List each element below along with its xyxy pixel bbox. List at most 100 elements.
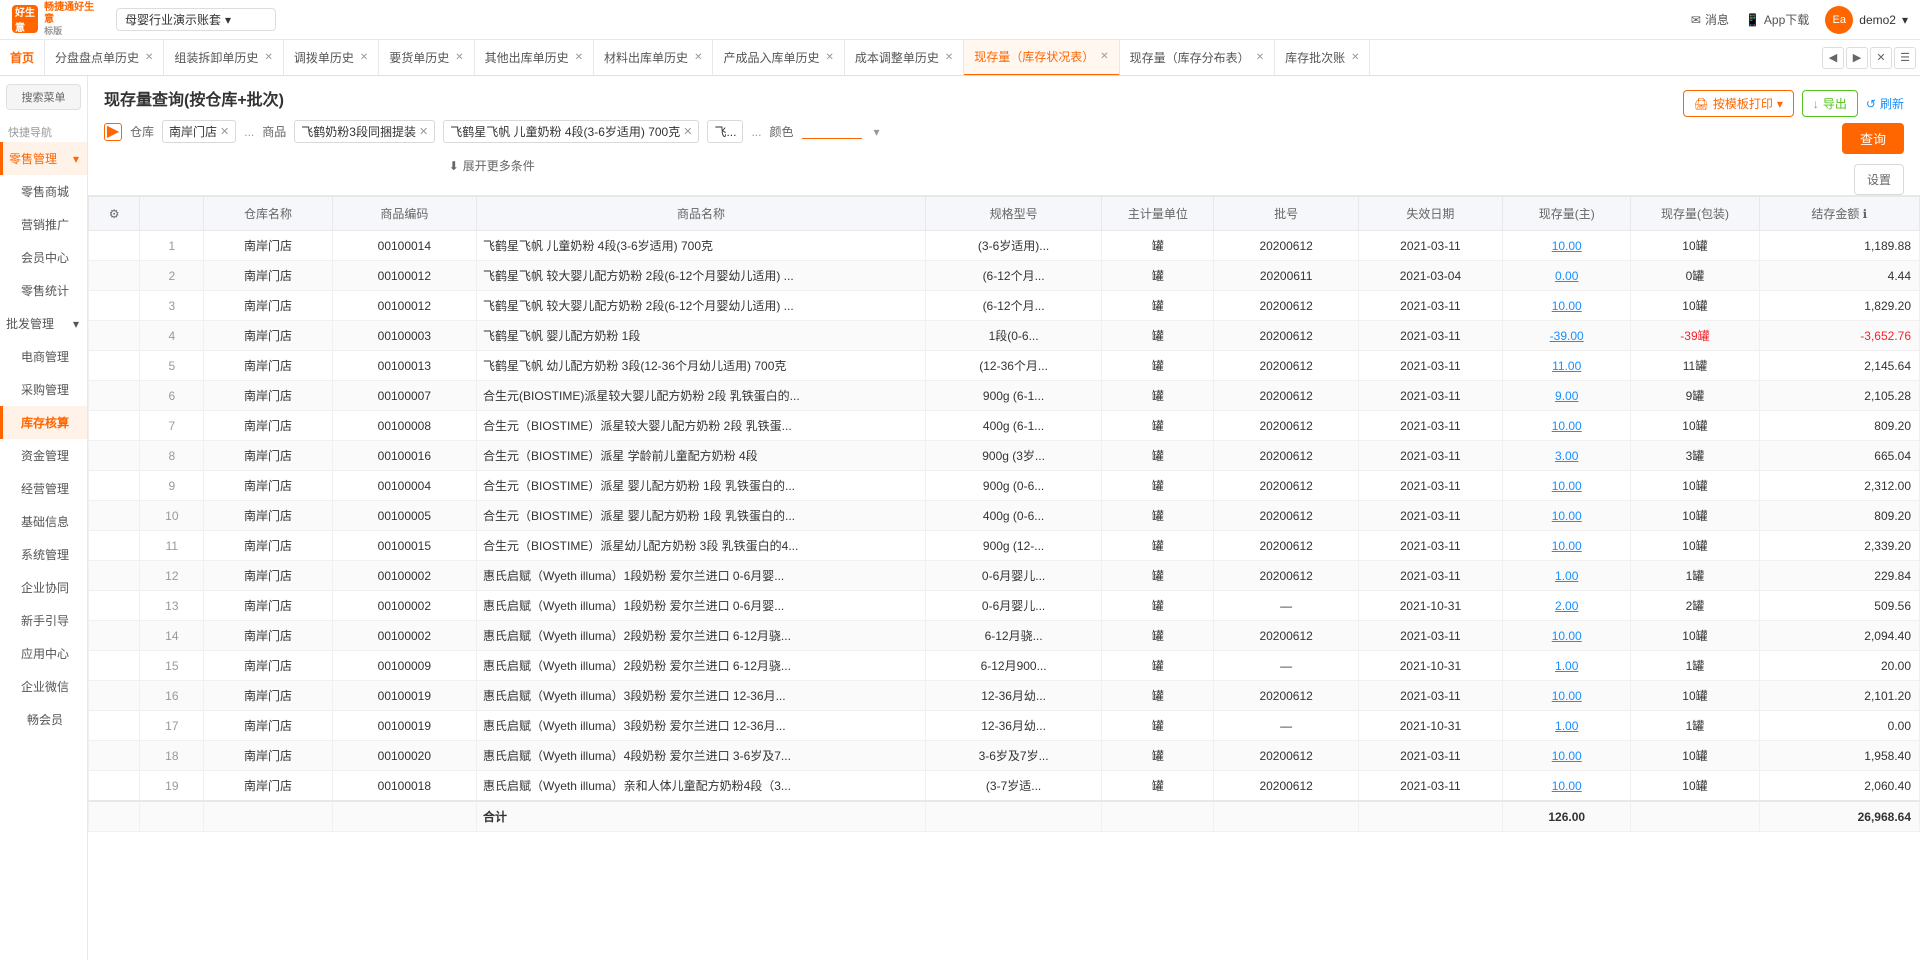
sidebar-item-member[interactable]: 畅会员 (0, 703, 87, 736)
sidebar-item-company-coop[interactable]: 企业协同 (0, 571, 87, 604)
goods-filter-tag-1[interactable]: 飞鹤奶粉3段同捆提装 ✕ (294, 120, 435, 143)
sidebar-item-basic-info[interactable]: 基础信息 (0, 505, 87, 538)
color-filter-input[interactable] (802, 124, 862, 139)
tab-库存批次账[interactable]: 库存批次账 ✕ (1275, 40, 1370, 76)
cell-qty-main[interactable]: -39.00 (1503, 321, 1631, 351)
cell-qty-main[interactable]: 9.00 (1503, 381, 1631, 411)
tab-close-icon[interactable]: ✕ (1351, 52, 1359, 63)
tab-scroll-left[interactable]: ◀ (1822, 47, 1844, 69)
col-settings[interactable]: ⚙ (89, 197, 140, 231)
cell-balance: 2,094.40 (1759, 621, 1919, 651)
app-download-button[interactable]: 📱 App下载 (1745, 11, 1809, 28)
refresh-button[interactable]: ↺ 刷新 (1866, 95, 1904, 112)
sidebar-item-app-center[interactable]: 应用中心 (0, 637, 87, 670)
sidebar-item-wholesale[interactable]: 批发管理 ▾ (0, 307, 87, 340)
total-label: 合计 (476, 801, 925, 832)
logo-icon: 好生意 (12, 5, 38, 33)
cell-settings (89, 291, 140, 321)
sidebar-item-enterprise-wechat[interactable]: 企业微信 (0, 670, 87, 703)
tab-close-icon[interactable]: ✕ (1100, 51, 1108, 62)
sidebar-item-retail-mall[interactable]: 零售商城 (0, 175, 87, 208)
message-button[interactable]: ✉ 消息 (1691, 11, 1729, 28)
tab-现存量库存分布表[interactable]: 现存量（库存分布表） ✕ (1120, 40, 1275, 76)
color-dropdown-arrow[interactable]: ▾ (874, 125, 880, 139)
industry-selector[interactable]: 母婴行业演示账套 ▾ (116, 8, 276, 31)
cell-qty-main[interactable]: 10.00 (1503, 231, 1631, 261)
tab-组装拆卸单历史[interactable]: 组装拆卸单历史 ✕ (164, 40, 283, 76)
sidebar-item-new-guide[interactable]: 新手引导 (0, 604, 87, 637)
cell-name: 飞鹤星飞帆 儿童奶粉 4段(3-6岁适用) 700克 (476, 231, 925, 261)
search-menu-button[interactable]: 搜索菜单 (6, 84, 81, 110)
sidebar-item-operations[interactable]: 经营管理 (0, 472, 87, 505)
tab-close-icon[interactable]: ✕ (694, 52, 702, 63)
expand-filter-button[interactable]: ▶ (104, 123, 122, 141)
settings-button[interactable]: 设置 (1854, 164, 1904, 195)
cell-qty-main[interactable]: 1.00 (1503, 561, 1631, 591)
cell-qty-main[interactable]: 0.00 (1503, 261, 1631, 291)
sidebar-item-system[interactable]: 系统管理 (0, 538, 87, 571)
warehouse-filter-tag[interactable]: 南岸门店 ✕ (162, 120, 236, 143)
tab-close-icon[interactable]: ✕ (455, 52, 463, 63)
query-button[interactable]: 查询 (1842, 123, 1904, 154)
tab-其他出库单历史[interactable]: 其他出库单历史 ✕ (475, 40, 594, 76)
tab-close-icon[interactable]: ✕ (575, 52, 583, 63)
print-button[interactable]: 🖨 按模板打印 ▾ (1683, 90, 1794, 117)
tab-成本调整单历史[interactable]: 成本调整单历史 ✕ (845, 40, 964, 76)
cell-qty-main[interactable]: 3.00 (1503, 441, 1631, 471)
goods-more[interactable]: ... (751, 125, 761, 139)
goods-tag-2-close[interactable]: ✕ (683, 125, 692, 138)
tab-分盘盘点单历史[interactable]: 分盘盘点单历史 ✕ (45, 40, 164, 76)
cell-qty-main[interactable]: 10.00 (1503, 291, 1631, 321)
tab-scroll-right[interactable]: ▶ (1846, 47, 1868, 69)
sidebar-item-retail-stats[interactable]: 零售统计 (0, 274, 87, 307)
tab-close-current[interactable]: ✕ (1870, 47, 1892, 69)
tab-close-icon[interactable]: ✕ (825, 52, 833, 63)
tab-close-icon[interactable]: ✕ (945, 52, 953, 63)
table-row: 4 南岸门店 00100003 飞鹤星飞帆 婴儿配方奶粉 1段 1段(0-6..… (89, 321, 1920, 351)
goods-filter-tag-2[interactable]: 飞鹤星飞帆 儿童奶粉 4段(3-6岁适用) 700克 ✕ (443, 120, 699, 143)
sidebar-item-inventory[interactable]: 库存核算 (0, 406, 87, 439)
cell-balance: 229.84 (1759, 561, 1919, 591)
sidebar-item-marketing[interactable]: 营销推广 (0, 208, 87, 241)
cell-qty-main[interactable]: 10.00 (1503, 741, 1631, 771)
cell-qty-main[interactable]: 1.00 (1503, 651, 1631, 681)
sidebar-item-finance[interactable]: 资金管理 (0, 439, 87, 472)
export-button[interactable]: ↓ 导出 (1802, 90, 1858, 117)
goods-tag-1-close[interactable]: ✕ (419, 125, 428, 138)
tab-材料出库单历史[interactable]: 材料出库单历史 ✕ (594, 40, 713, 76)
cell-balance: 2,105.28 (1759, 381, 1919, 411)
cell-qty-main[interactable]: 10.00 (1503, 681, 1631, 711)
cell-qty-main[interactable]: 10.00 (1503, 501, 1631, 531)
cell-qty-main[interactable]: 10.00 (1503, 411, 1631, 441)
cell-qty-main[interactable]: 10.00 (1503, 471, 1631, 501)
tab-close-icon[interactable]: ✕ (1256, 52, 1264, 63)
cell-qty-main[interactable]: 11.00 (1503, 351, 1631, 381)
tab-要货单历史[interactable]: 要货单历史 ✕ (379, 40, 474, 76)
goods-filter-tag-more[interactable]: 飞... (707, 120, 743, 143)
cell-warehouse: 南岸门店 (204, 351, 332, 381)
tab-产成品入库单历史[interactable]: 产成品入库单历史 ✕ (713, 40, 844, 76)
tab-close-icon[interactable]: ✕ (145, 52, 153, 63)
tab-home[interactable]: 首页 (0, 40, 45, 76)
sidebar-item-purchase[interactable]: 采购管理 (0, 373, 87, 406)
tab-close-icon[interactable]: ✕ (360, 52, 368, 63)
tab-现存量库存状况表[interactable]: 现存量（库存状况表） ✕ (964, 40, 1119, 76)
warehouse-tag-close[interactable]: ✕ (220, 125, 229, 138)
sidebar-item-retail-management[interactable]: 零售管理 ▾ (0, 142, 87, 175)
cell-qty-main[interactable]: 10.00 (1503, 771, 1631, 802)
cell-qty-main[interactable]: 1.00 (1503, 711, 1631, 741)
tab-close-icon[interactable]: ✕ (264, 52, 272, 63)
user-menu[interactable]: Ea demo2 ▾ (1825, 6, 1908, 34)
cell-qty-main[interactable]: 10.00 (1503, 531, 1631, 561)
table-row: 12 南岸门店 00100002 惠氏启赋（Wyeth illuma）1段奶粉 … (89, 561, 1920, 591)
sidebar-item-ecommerce[interactable]: 电商管理 (0, 340, 87, 373)
table-row: 14 南岸门店 00100002 惠氏启赋（Wyeth illuma）2段奶粉 … (89, 621, 1920, 651)
sidebar-item-member-center[interactable]: 会员中心 (0, 241, 87, 274)
warehouse-more[interactable]: ... (244, 125, 254, 139)
tab-调拨单历史[interactable]: 调拨单历史 ✕ (284, 40, 379, 76)
cell-qty-main[interactable]: 10.00 (1503, 621, 1631, 651)
cell-qty-main[interactable]: 2.00 (1503, 591, 1631, 621)
table-row: 17 南岸门店 00100019 惠氏启赋（Wyeth illuma）3段奶粉 … (89, 711, 1920, 741)
expand-more-conditions[interactable]: ⬇ 展开更多条件 (449, 157, 535, 174)
tab-menu[interactable]: ☰ (1894, 47, 1916, 69)
